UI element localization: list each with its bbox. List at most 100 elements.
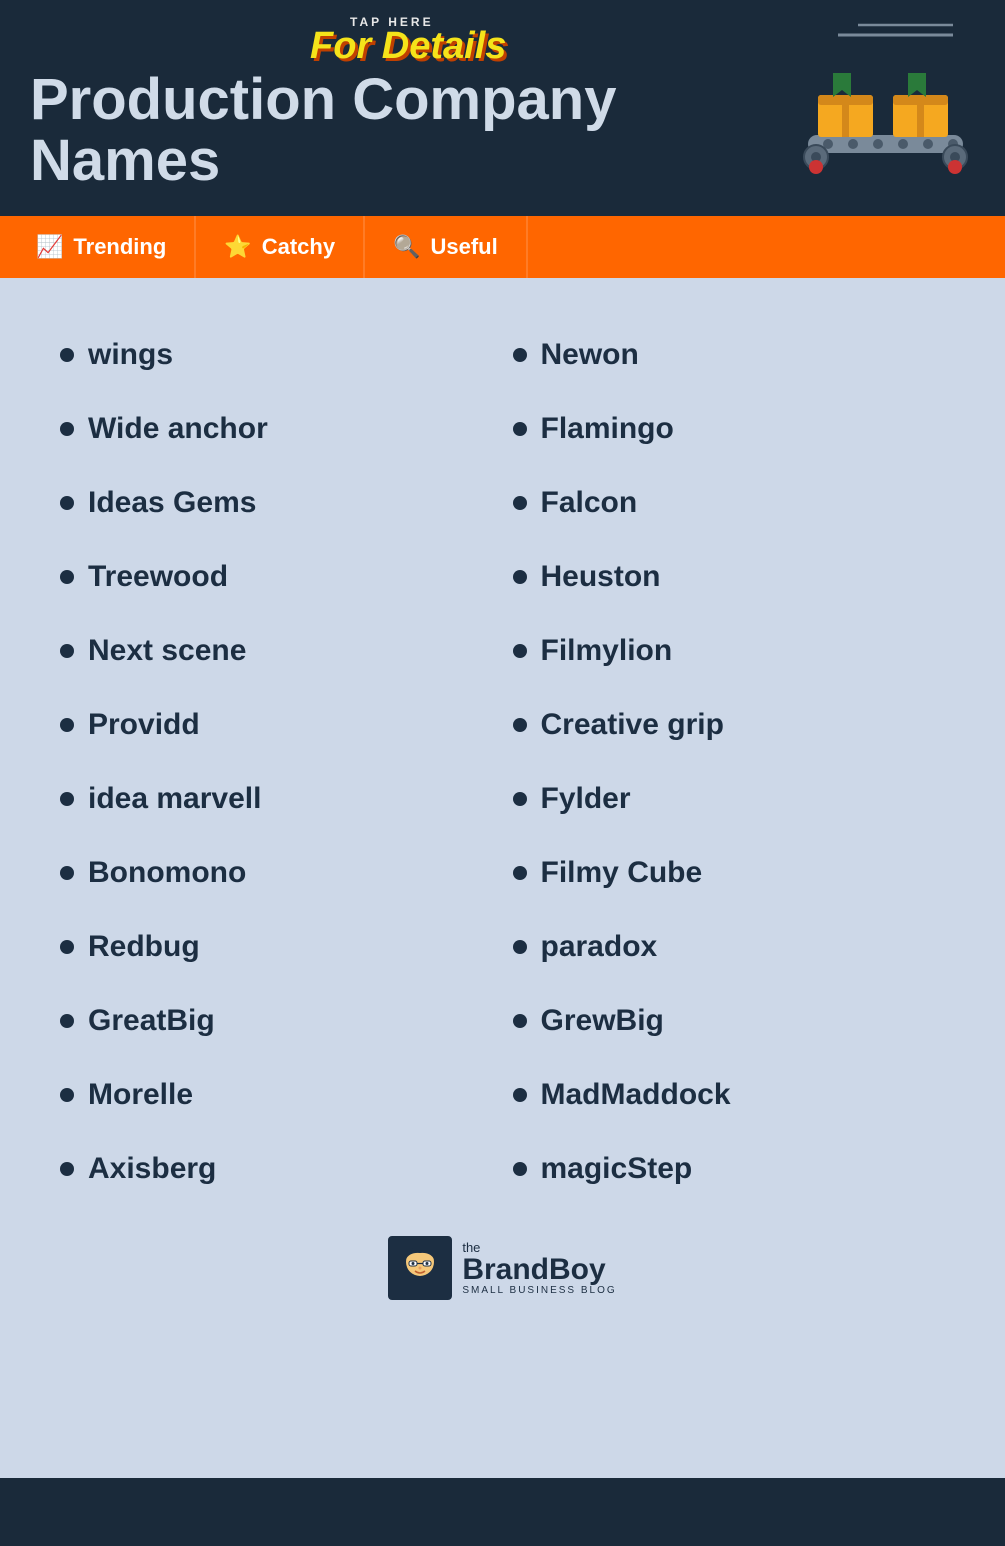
orange-accent xyxy=(0,216,8,278)
name-text: Treewood xyxy=(88,560,228,594)
list-item: Morelle xyxy=(50,1058,503,1132)
brandboy-logo: the BrandBoy SMALL BUSINESS BLOG xyxy=(388,1236,616,1300)
bullet xyxy=(60,1088,74,1102)
name-text: wings xyxy=(88,338,173,372)
list-item: GrewBig xyxy=(503,984,956,1058)
tab-useful[interactable]: 🔍 Useful xyxy=(365,216,528,278)
list-item: Creative grip xyxy=(503,688,956,762)
name-text: Filmylion xyxy=(541,634,673,668)
tab-catchy[interactable]: ⭐ Catchy xyxy=(196,216,365,278)
list-item: Ideas Gems xyxy=(50,466,503,540)
left-column: wings Wide anchor Ideas Gems Treewood Ne… xyxy=(50,318,503,1206)
bullet xyxy=(513,496,527,510)
bullet xyxy=(513,422,527,436)
bullet xyxy=(60,866,74,880)
list-item: Axisberg xyxy=(50,1132,503,1206)
bullet xyxy=(513,1014,527,1028)
name-text: Falcon xyxy=(541,486,638,520)
name-text: Newon xyxy=(541,338,639,372)
bullet xyxy=(513,718,527,732)
names-grid: wings Wide anchor Ideas Gems Treewood Ne… xyxy=(20,308,985,1216)
header: TAP HERE For Details Production Company … xyxy=(0,0,1005,216)
name-text: Providd xyxy=(88,708,200,742)
name-text: Fylder xyxy=(541,782,631,816)
bullet xyxy=(513,348,527,362)
tab-trending-label: Trending xyxy=(73,234,166,260)
footer: the BrandBoy SMALL BUSINESS BLOG xyxy=(20,1216,985,1320)
bullet xyxy=(513,644,527,658)
name-text: Morelle xyxy=(88,1078,193,1112)
list-item: MadMaddock xyxy=(503,1058,956,1132)
for-details-label: For Details xyxy=(310,25,506,68)
list-item: wings xyxy=(50,318,503,392)
name-text: Bonomono xyxy=(88,856,246,890)
list-item: Next scene xyxy=(50,614,503,688)
bullet xyxy=(60,940,74,954)
page-title-line1: Production Company xyxy=(30,70,616,131)
list-item: Redbug xyxy=(50,910,503,984)
bullet xyxy=(513,1162,527,1176)
name-text: Creative grip xyxy=(541,708,724,742)
list-item: Flamingo xyxy=(503,392,956,466)
bullet xyxy=(60,1014,74,1028)
logo-tagline: SMALL BUSINESS BLOG xyxy=(462,1285,616,1296)
name-text: idea marvell xyxy=(88,782,261,816)
bullet xyxy=(513,570,527,584)
name-text: Filmy Cube xyxy=(541,856,703,890)
bullet xyxy=(513,940,527,954)
bullet xyxy=(513,866,527,880)
bullet xyxy=(60,422,74,436)
name-text: Next scene xyxy=(88,634,246,668)
catchy-icon: ⭐ xyxy=(224,234,251,260)
trending-icon: 📈 xyxy=(36,234,63,260)
list-item: Heuston xyxy=(503,540,956,614)
name-text: Redbug xyxy=(88,930,200,964)
bullet xyxy=(60,496,74,510)
logo-text: the BrandBoy SMALL BUSINESS BLOG xyxy=(462,1240,616,1296)
name-text: Heuston xyxy=(541,560,661,594)
name-text: MadMaddock xyxy=(541,1078,731,1112)
bullet xyxy=(60,644,74,658)
conveyor-illustration xyxy=(795,15,975,175)
name-text: GrewBig xyxy=(541,1004,664,1038)
list-item: Treewood xyxy=(50,540,503,614)
right-column: Newon Flamingo Falcon Heuston Filmylion … xyxy=(503,318,956,1206)
bullet xyxy=(60,570,74,584)
name-text: Flamingo xyxy=(541,412,674,446)
bullet xyxy=(60,718,74,732)
bullet xyxy=(60,792,74,806)
name-text: GreatBig xyxy=(88,1004,215,1038)
title-block: TAP HERE For Details Production Company … xyxy=(30,15,795,206)
useful-icon: 🔍 xyxy=(393,234,420,260)
list-item: Providd xyxy=(50,688,503,762)
tabs-row: 📈 Trending ⭐ Catchy 🔍 Useful xyxy=(0,216,1005,278)
bullet xyxy=(60,348,74,362)
list-item: magicStep xyxy=(503,1132,956,1206)
page-title-line2: Names xyxy=(30,131,220,192)
name-text: Axisberg xyxy=(88,1152,216,1186)
name-text: paradox xyxy=(541,930,658,964)
tab-catchy-label: Catchy xyxy=(262,234,335,260)
bullet xyxy=(60,1162,74,1176)
bullet xyxy=(513,1088,527,1102)
name-text: Ideas Gems xyxy=(88,486,256,520)
list-item: Filmylion xyxy=(503,614,956,688)
list-item: Wide anchor xyxy=(50,392,503,466)
list-item: Fylder xyxy=(503,762,956,836)
list-item: idea marvell xyxy=(50,762,503,836)
name-text: magicStep xyxy=(541,1152,693,1186)
content-area: wings Wide anchor Ideas Gems Treewood Ne… xyxy=(0,278,1005,1478)
list-item: paradox xyxy=(503,910,956,984)
logo-brandboy: BrandBoy xyxy=(462,1255,616,1285)
list-item: Newon xyxy=(503,318,956,392)
list-item: Falcon xyxy=(503,466,956,540)
tab-trending[interactable]: 📈 Trending xyxy=(8,216,196,278)
list-item: GreatBig xyxy=(50,984,503,1058)
name-text: Wide anchor xyxy=(88,412,268,446)
logo-icon xyxy=(388,1236,452,1300)
tab-row-fill xyxy=(528,216,1005,278)
list-item: Bonomono xyxy=(50,836,503,910)
bullet xyxy=(513,792,527,806)
tab-useful-label: Useful xyxy=(430,234,497,260)
list-item: Filmy Cube xyxy=(503,836,956,910)
